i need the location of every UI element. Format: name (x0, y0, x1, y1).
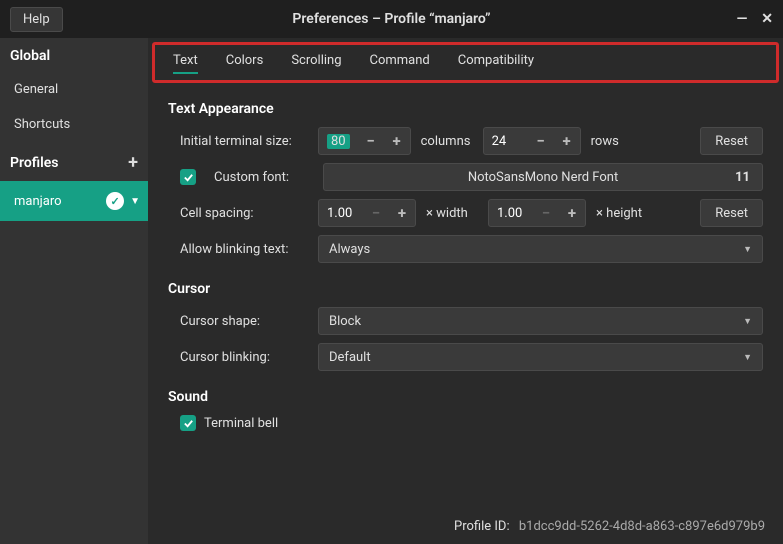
tab-colors[interactable]: Colors (226, 53, 264, 74)
reset-spacing-button[interactable]: Reset (700, 199, 763, 227)
tab-text[interactable]: Text (173, 53, 198, 74)
help-button[interactable]: Help (10, 7, 63, 32)
cursor-blinking-select[interactable]: Default ▼ (318, 343, 763, 371)
cell-width-unit: × width (426, 206, 478, 221)
columns-spinner[interactable]: 80 − + (318, 127, 411, 155)
columns-unit: columns (421, 134, 473, 149)
cursor-header: Cursor (168, 281, 763, 297)
rows-unit: rows (591, 134, 643, 149)
allow-blinking-value: Always (329, 242, 743, 257)
rows-spinner[interactable]: − + (483, 127, 581, 155)
check-icon (183, 172, 194, 183)
custom-font-row: Custom font: NotoSansMono Nerd Font 11 (168, 163, 763, 191)
window-title: Preferences – Profile “manjaro” (292, 11, 490, 27)
sidebar-item-shortcuts[interactable]: Shortcuts (0, 107, 148, 142)
cell-width-increment[interactable]: + (389, 200, 415, 226)
cursor-shape-row: Cursor shape: Block ▼ (168, 307, 763, 335)
sound-header: Sound (168, 389, 763, 405)
add-profile-icon[interactable]: + (128, 152, 138, 173)
profile-id-label: Profile ID: (454, 519, 510, 534)
font-size: 11 (735, 170, 750, 185)
allow-blinking-label: Allow blinking text: (168, 242, 308, 257)
cursor-blinking-value: Default (329, 350, 743, 365)
initial-size-row: Initial terminal size: 80 − + columns − … (168, 127, 763, 155)
check-circle-icon: ✓ (106, 192, 124, 210)
tab-command[interactable]: Command (370, 53, 430, 74)
sidebar-item-general[interactable]: General (0, 72, 148, 107)
sidebar: Global General Shortcuts Profiles + manj… (0, 38, 148, 544)
cell-height-decrement[interactable]: − (533, 200, 559, 226)
cursor-shape-select[interactable]: Block ▼ (318, 307, 763, 335)
terminal-bell-label: Terminal bell (204, 416, 278, 431)
cursor-shape-value: Block (329, 314, 743, 329)
cursor-blinking-label: Cursor blinking: (168, 350, 308, 365)
rows-decrement[interactable]: − (528, 128, 554, 154)
minimize-icon[interactable]: — (737, 11, 748, 27)
main-panel: Text Colors Scrolling Command Compatibil… (148, 38, 783, 544)
chevron-down-icon: ▼ (743, 316, 752, 327)
check-icon (183, 418, 194, 429)
columns-value[interactable]: 80 (327, 134, 350, 149)
font-name: NotoSansMono Nerd Font (468, 170, 618, 185)
chevron-down-icon: ▼ (743, 244, 752, 255)
allow-blinking-row: Allow blinking text: Always ▼ (168, 235, 763, 263)
chevron-down-icon: ▼ (743, 352, 752, 363)
tabs: Text Colors Scrolling Command Compatibil… (155, 45, 776, 80)
tabs-highlight-box: Text Colors Scrolling Command Compatibil… (152, 42, 779, 83)
cell-height-unit: × height (596, 206, 648, 221)
titlebar: Help Preferences – Profile “manjaro” — ✕ (0, 0, 783, 38)
sidebar-profile-manjaro[interactable]: manjaro ✓ ▼ (0, 181, 148, 221)
cell-height-increment[interactable]: + (559, 200, 585, 226)
cell-spacing-row: Cell spacing: − + × width − + × height R… (168, 199, 763, 227)
cell-height-spinner[interactable]: − + (488, 199, 586, 227)
initial-size-label: Initial terminal size: (168, 134, 308, 149)
profile-name: manjaro (14, 194, 106, 209)
text-appearance-header: Text Appearance (168, 101, 763, 117)
terminal-bell-row: Terminal bell (168, 415, 763, 431)
columns-decrement[interactable]: − (358, 128, 384, 154)
font-button[interactable]: NotoSansMono Nerd Font 11 (323, 163, 763, 191)
columns-increment[interactable]: + (384, 128, 410, 154)
sidebar-global-header: Global (0, 38, 148, 72)
profile-id-value: b1dcc9dd-5262-4d8d-a863-c897e6d979b9 (519, 519, 765, 534)
cursor-blinking-row: Cursor blinking: Default ▼ (168, 343, 763, 371)
cell-width-value[interactable] (319, 200, 363, 226)
sidebar-profiles-header: Profiles + (0, 142, 148, 181)
custom-font-checkbox[interactable] (180, 169, 196, 185)
tab-compatibility[interactable]: Compatibility (458, 53, 534, 74)
custom-font-label: Custom font: (214, 170, 289, 185)
close-icon[interactable]: ✕ (761, 11, 773, 27)
tab-scrolling[interactable]: Scrolling (291, 53, 341, 74)
terminal-bell-checkbox[interactable] (180, 415, 196, 431)
cell-spacing-label: Cell spacing: (168, 206, 308, 221)
rows-value[interactable] (484, 128, 528, 154)
profile-id-footer: Profile ID: b1dcc9dd-5262-4d8d-a863-c897… (454, 519, 765, 534)
cursor-shape-label: Cursor shape: (168, 314, 308, 329)
cell-width-spinner[interactable]: − + (318, 199, 416, 227)
rows-increment[interactable]: + (554, 128, 580, 154)
allow-blinking-select[interactable]: Always ▼ (318, 235, 763, 263)
cell-height-value[interactable] (489, 200, 533, 226)
window-controls: — ✕ (737, 11, 773, 27)
cell-width-decrement[interactable]: − (363, 200, 389, 226)
reset-size-button[interactable]: Reset (700, 127, 763, 155)
chevron-down-icon[interactable]: ▼ (130, 196, 140, 207)
